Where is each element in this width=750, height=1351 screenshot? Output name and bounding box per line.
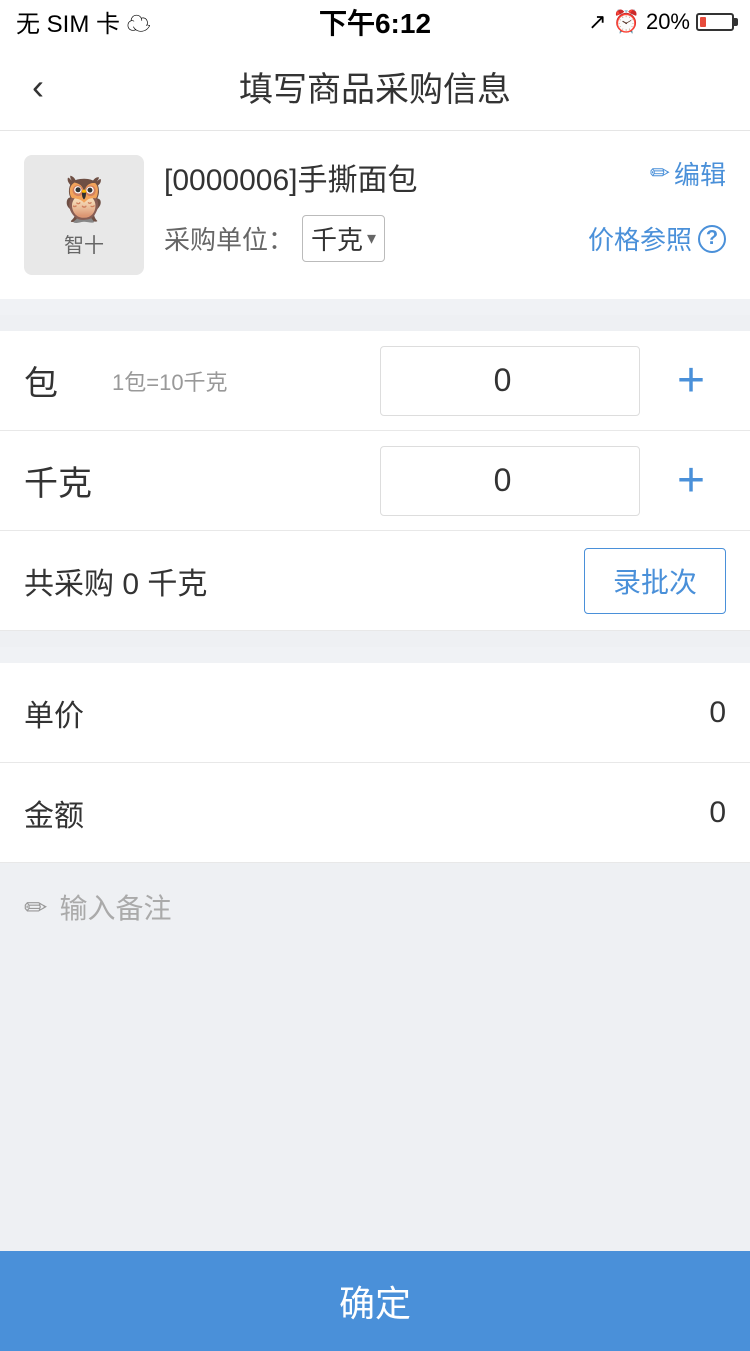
kg-input-wrapper: + <box>104 446 726 516</box>
summary-text: 共采购 0 千克 <box>24 559 207 603</box>
unit-price-label: 单价 <box>24 691 84 735</box>
amount-row: 金额 0 <box>0 763 750 863</box>
kg-plus-button[interactable]: + <box>656 446 726 516</box>
product-image: 🦉 智十 <box>24 155 144 275</box>
kg-row: 千克 + <box>0 431 750 531</box>
alarm-icon: ⏰ <box>613 9 640 35</box>
sim-indicator: 无 SIM 卡 ☁ <box>16 4 151 39</box>
bag-input[interactable] <box>380 346 640 416</box>
bag-plus-button[interactable]: + <box>656 346 726 416</box>
status-time: 下午6:12 <box>319 2 431 42</box>
amount-label: 金额 <box>24 791 84 835</box>
unit-value: 千克 <box>311 220 363 257</box>
info-section: 单价 0 金额 0 <box>0 663 750 863</box>
edit-button[interactable]: ✏ 编辑 <box>650 155 726 192</box>
main-content: 🦉 智十 [0000006]手撕面包 ✏ 编辑 采购单位： 千克 ▾ <box>0 131 750 1251</box>
unit-price-value: 0 <box>709 696 726 730</box>
back-button[interactable]: ‹ <box>24 58 52 116</box>
separator-1 <box>0 315 750 331</box>
status-right: ↗ ⏰ 20% <box>588 9 734 35</box>
empty-space <box>0 951 750 1251</box>
help-icon: ? <box>698 225 726 253</box>
unit-price-row: 单价 0 <box>0 663 750 763</box>
price-ref-label: 价格参照 <box>588 220 692 257</box>
summary-row: 共采购 0 千克 录批次 <box>0 531 750 631</box>
bag-row: 包 1包=10千克 + <box>0 331 750 431</box>
notes-section[interactable]: ✏ 输入备注 <box>0 863 750 951</box>
summary-amount: 0 <box>122 568 147 601</box>
confirm-button[interactable]: 确定 <box>0 1251 750 1351</box>
status-left: 无 SIM 卡 ☁ <box>16 4 151 39</box>
product-logo-icon: 🦉 <box>57 173 112 225</box>
product-card: 🦉 智十 [0000006]手撕面包 ✏ 编辑 采购单位： 千克 ▾ <box>0 131 750 299</box>
price-reference-button[interactable]: 价格参照 ? <box>588 220 726 257</box>
amount-value: 0 <box>709 796 726 830</box>
notes-placeholder: 输入备注 <box>59 887 171 927</box>
chevron-down-icon: ▾ <box>367 228 376 249</box>
bag-sublabel: 1包=10千克 <box>112 365 228 397</box>
product-unit-row: 采购单位： 千克 ▾ 价格参照 ? <box>164 215 726 262</box>
batch-button[interactable]: 录批次 <box>584 548 726 614</box>
form-section: 包 1包=10千克 + 千克 + <box>0 331 750 531</box>
kg-input[interactable] <box>380 446 640 516</box>
product-name: [0000006]手撕面包 <box>164 155 417 199</box>
product-header: [0000006]手撕面包 ✏ 编辑 <box>164 155 726 199</box>
edit-label: 编辑 <box>674 155 726 192</box>
status-bar: 无 SIM 卡 ☁ 下午6:12 ↗ ⏰ 20% <box>0 0 750 43</box>
battery-fill <box>700 17 706 27</box>
battery-percent: 20% <box>646 9 690 35</box>
pencil-icon: ✏ <box>24 891 47 924</box>
location-icon: ↗ <box>588 9 606 35</box>
bag-input-wrapper: + <box>228 346 726 416</box>
battery-icon <box>696 13 734 31</box>
summary-label: 共采购 <box>24 568 114 601</box>
unit-select[interactable]: 千克 ▾ <box>302 215 385 262</box>
separator-2 <box>0 631 750 647</box>
summary-unit: 千克 <box>147 568 207 601</box>
brand-label: 智十 <box>64 229 104 258</box>
page-title: 填写商品采购信息 <box>239 62 511 111</box>
unit-label: 采购单位： 千克 ▾ <box>164 215 385 262</box>
kg-label: 千克 <box>24 456 104 505</box>
product-info: [0000006]手撕面包 ✏ 编辑 采购单位： 千克 ▾ 价格参照 ? <box>164 155 726 262</box>
nav-bar: ‹ 填写商品采购信息 <box>0 43 750 131</box>
edit-icon: ✏ <box>650 159 670 188</box>
bag-label: 包 <box>24 356 104 405</box>
